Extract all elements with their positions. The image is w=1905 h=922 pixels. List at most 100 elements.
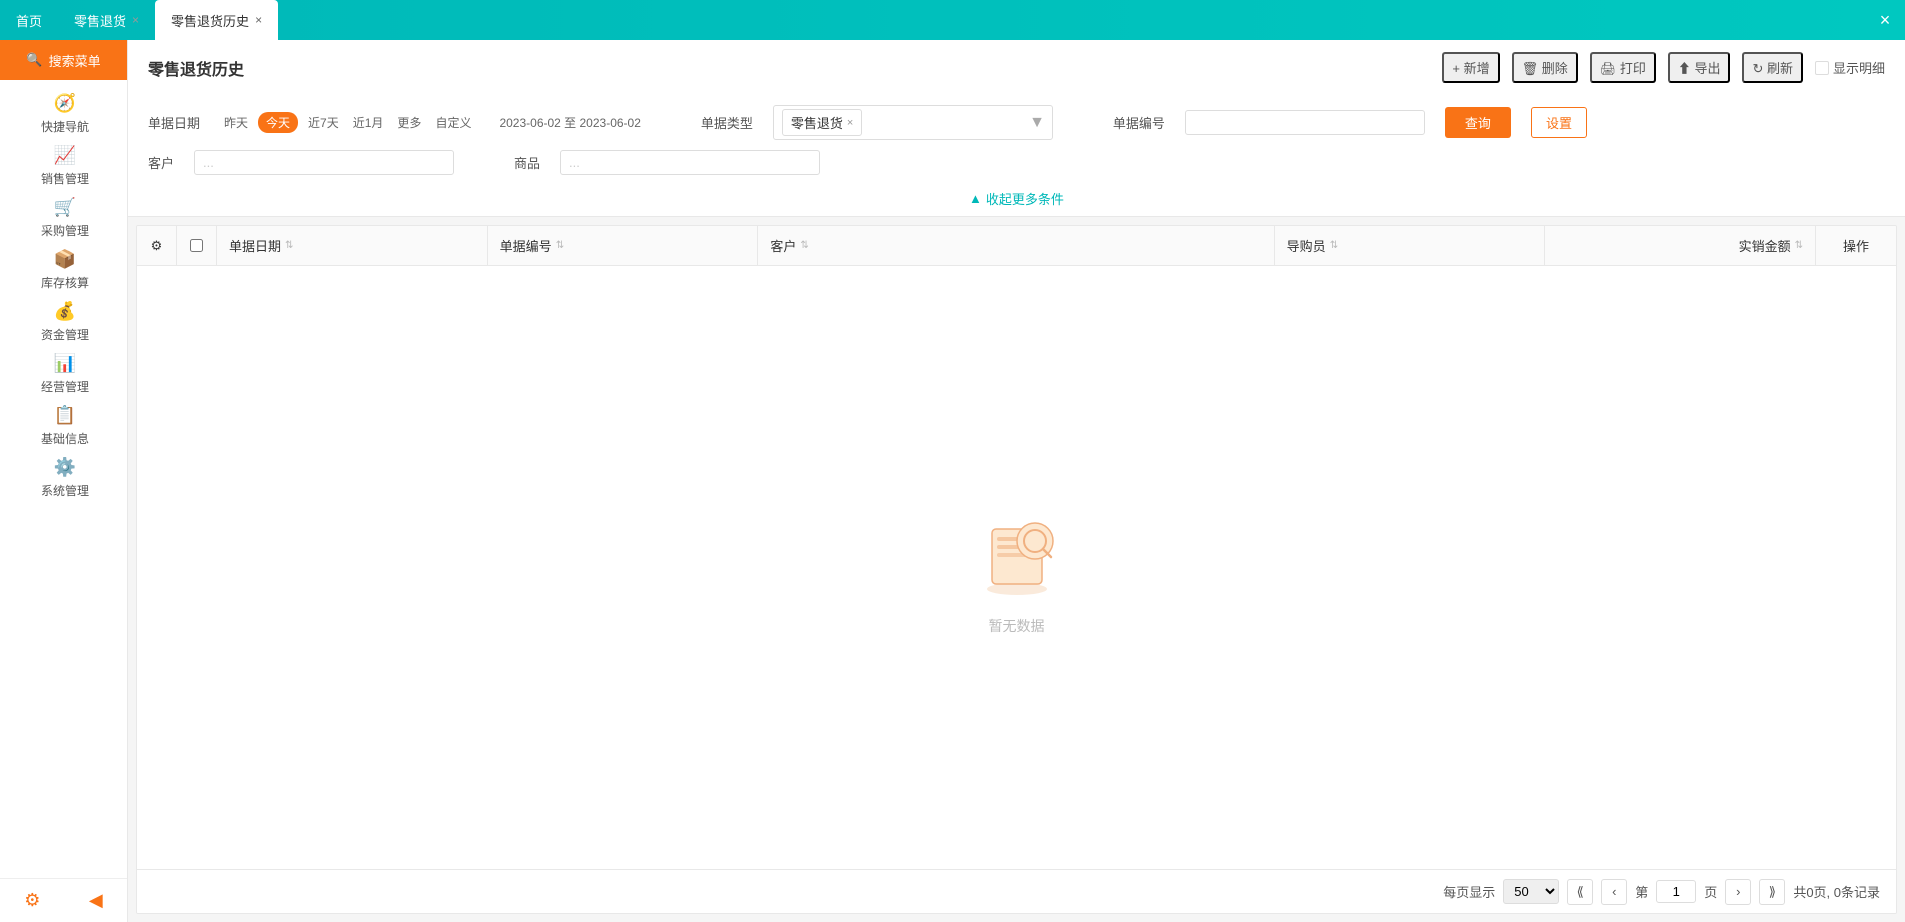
voucher-type-value: 零售退货 <box>791 113 843 132</box>
collapse-icon[interactable]: ◀ <box>89 890 103 911</box>
th-amount: 实销金额 ⇅ <box>1545 226 1816 265</box>
date-range: 2023-06-02 至 2023-06-02 <box>499 114 640 131</box>
tab-close-retail-return-history[interactable]: × <box>255 13 262 27</box>
date-opt-更多[interactable]: 更多 <box>393 113 425 132</box>
nav-icon-system: ⚙️ <box>54 457 76 478</box>
pagination-bar: 每页显示 50 100 200 ⟪ ‹ 第 页 › ⟫ 共0页, 0条记录 <box>137 869 1896 913</box>
voucher-type-tag: 零售退货 × <box>782 109 862 136</box>
nav-label-inventory: 库存核算 <box>41 274 89 291</box>
collapse-button[interactable]: ▲ 收起更多条件 <box>148 185 1885 216</box>
main-layout: 🔍 搜索菜单 🧭快捷导航📈销售管理🛒采购管理📦库存核算💰资金管理📊经营管理📋基础… <box>0 40 1905 922</box>
next-page-button[interactable]: › <box>1725 879 1751 905</box>
sidebar-item-system[interactable]: ⚙️系统管理 <box>0 452 127 504</box>
tab-home[interactable]: 首页 <box>0 0 58 40</box>
empty-illustration <box>967 499 1067 604</box>
last-page-button[interactable]: ⟫ <box>1759 879 1785 905</box>
sidebar-item-finance[interactable]: 💰资金管理 <box>0 296 127 348</box>
date-opt-近1月[interactable]: 近1月 <box>349 113 388 132</box>
date-opt-近7天[interactable]: 近7天 <box>304 113 343 132</box>
sidebar-item-quick-nav[interactable]: 🧭快捷导航 <box>0 88 127 140</box>
sidebar-bottom: ⚙ ◀ <box>0 878 127 922</box>
empty-text: 暂无数据 <box>989 616 1045 636</box>
nav-label-sales: 销售管理 <box>41 170 89 187</box>
date-options: 昨天今天近7天近1月更多自定义 <box>220 112 475 133</box>
display-switch[interactable]: 显示明细 <box>1815 58 1885 77</box>
table-container: ⚙ 单据日期 ⇅ 单据编号 ⇅ 客户 ⇅ 导购员 <box>136 225 1897 914</box>
goods-input-container[interactable]: ... <box>560 150 820 175</box>
th-customer-sort-icon[interactable]: ⇅ <box>800 240 808 251</box>
th-date: 单据日期 ⇅ <box>217 226 488 265</box>
tab-list: 首页零售退货×零售退货历史× <box>0 0 1865 40</box>
display-label: 显示明细 <box>1833 58 1885 77</box>
print-button[interactable]: 🖨 打印 <box>1590 52 1656 83</box>
setting-icon[interactable]: ⚙ <box>151 238 163 254</box>
page-title: 零售退货历史 <box>148 56 244 80</box>
date-opt-今天[interactable]: 今天 <box>258 112 298 133</box>
display-checkbox[interactable] <box>1815 61 1829 75</box>
nav-label-finance: 资金管理 <box>41 326 89 343</box>
goods-placeholder: ... <box>569 155 580 170</box>
voucher-type-remove-icon[interactable]: × <box>847 117 853 129</box>
prev-page-button[interactable]: ‹ <box>1601 879 1627 905</box>
total-text: 共0页, 0条记录 <box>1793 882 1880 901</box>
th-guide-sort-icon[interactable]: ⇅ <box>1330 240 1338 251</box>
voucher-type-select[interactable]: 零售退货 × <box>773 105 1053 140</box>
date-opt-自定义[interactable]: 自定义 <box>431 113 475 132</box>
customer-label: 客户 <box>148 153 174 172</box>
page-input[interactable] <box>1656 880 1696 903</box>
th-no-label: 单据编号 <box>500 236 552 255</box>
table-body: 暂无数据 <box>137 266 1896 869</box>
th-customer: 客户 ⇅ <box>758 226 1274 265</box>
table-header: ⚙ 单据日期 ⇅ 单据编号 ⇅ 客户 ⇅ 导购员 <box>137 226 1896 266</box>
goods-label: 商品 <box>514 153 540 172</box>
th-no-sort-icon[interactable]: ⇅ <box>556 240 564 251</box>
collapse-label: 收起更多条件 <box>986 189 1064 208</box>
page-unit: 页 <box>1704 882 1717 901</box>
page-size-select[interactable]: 50 100 200 <box>1503 879 1559 904</box>
voucher-type-container: 零售退货 × ▼ <box>773 105 1053 140</box>
collapse-up-icon: ▲ <box>969 191 982 206</box>
settings-button[interactable]: 设置 <box>1531 107 1587 138</box>
customer-input-container[interactable]: ... <box>194 150 454 175</box>
per-page-label: 每页显示 <box>1443 882 1495 901</box>
sidebar-item-basic[interactable]: 📋基础信息 <box>0 400 127 452</box>
page-header: 零售退货历史 + 新增 🗑 删除 🖨 打印 ⬆ 导出 ↻ 刷新 显示明细 单据日… <box>128 40 1905 217</box>
th-checkbox[interactable] <box>177 226 217 265</box>
sidebar-item-operation[interactable]: 📊经营管理 <box>0 348 127 400</box>
sidebar-item-purchase[interactable]: 🛒采购管理 <box>0 192 127 244</box>
th-date-sort-icon[interactable]: ⇅ <box>285 240 293 251</box>
date-opt-昨天[interactable]: 昨天 <box>220 113 252 132</box>
sidebar-search-label: 搜索菜单 <box>49 51 101 70</box>
th-action-label: 操作 <box>1843 236 1869 255</box>
first-page-button[interactable]: ⟪ <box>1567 879 1593 905</box>
refresh-button[interactable]: ↻ 刷新 <box>1742 52 1803 83</box>
tab-retail-return[interactable]: 零售退货× <box>58 0 155 40</box>
nav-label-operation: 经营管理 <box>41 378 89 395</box>
toolbar-actions: + 新增 🗑 删除 🖨 打印 ⬆ 导出 ↻ 刷新 显示明细 <box>1442 52 1885 83</box>
window-close-button[interactable]: × <box>1865 0 1905 40</box>
page-title-row: 零售退货历史 + 新增 🗑 删除 🖨 打印 ⬆ 导出 ↻ 刷新 显示明细 <box>148 52 1885 83</box>
th-setting[interactable]: ⚙ <box>137 226 177 265</box>
sidebar-item-inventory[interactable]: 📦库存核算 <box>0 244 127 296</box>
settings-icon[interactable]: ⚙ <box>24 890 40 911</box>
tab-close-retail-return[interactable]: × <box>132 13 139 27</box>
tab-retail-return-history[interactable]: 零售退货历史× <box>155 0 278 40</box>
select-all-checkbox[interactable] <box>190 239 203 252</box>
th-action: 操作 <box>1816 226 1896 265</box>
sidebar-search-button[interactable]: 🔍 搜索菜单 <box>0 40 127 80</box>
th-guide: 导购员 ⇅ <box>1275 226 1546 265</box>
th-amount-sort-icon[interactable]: ⇅ <box>1795 240 1803 251</box>
delete-button[interactable]: 🗑 删除 <box>1512 52 1578 83</box>
voucher-no-input[interactable] <box>1185 110 1425 135</box>
sidebar-nav: 🧭快捷导航📈销售管理🛒采购管理📦库存核算💰资金管理📊经营管理📋基础信息⚙️系统管… <box>0 80 127 878</box>
nav-icon-purchase: 🛒 <box>54 197 76 218</box>
th-no: 单据编号 ⇅ <box>488 226 759 265</box>
export-button[interactable]: ⬆ 导出 <box>1668 52 1731 83</box>
voucher-date-label: 单据日期 <box>148 113 200 132</box>
query-button[interactable]: 查询 <box>1445 107 1511 138</box>
nav-label-quick-nav: 快捷导航 <box>41 118 89 135</box>
top-bar: 首页零售退货×零售退货历史× × <box>0 0 1905 40</box>
new-button[interactable]: + 新增 <box>1442 52 1499 83</box>
sidebar-item-sales[interactable]: 📈销售管理 <box>0 140 127 192</box>
th-date-label: 单据日期 <box>229 236 281 255</box>
